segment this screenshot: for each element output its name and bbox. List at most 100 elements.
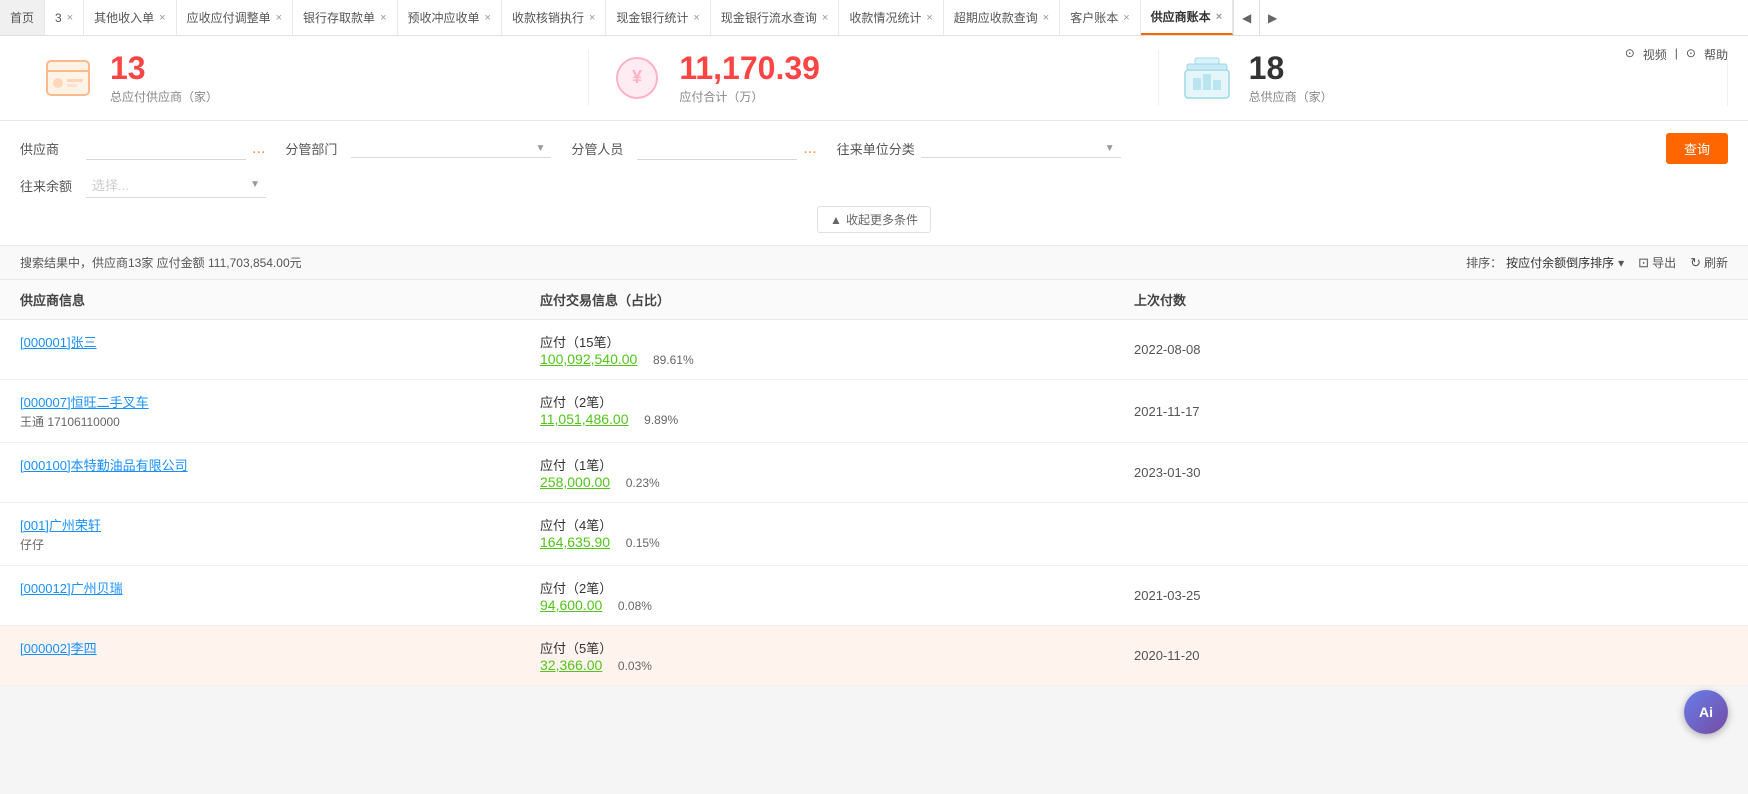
nav-tab-cash-bank-flow-close[interactable]: ×: [822, 12, 828, 24]
payable-suppliers-icon: [40, 50, 96, 106]
nav-tab-customer-close[interactable]: ×: [1123, 12, 1129, 24]
tx-info-6: 应付（5笔） 32,366.00 0.03%: [540, 638, 1134, 673]
supplier-info-3: [000100]本特勤油品有限公司: [20, 455, 540, 490]
table-row[interactable]: [000002]李四 应付（5笔） 32,366.00 0.03% 2020-1…: [0, 626, 1748, 686]
nav-tab-overdue[interactable]: 超期应收款查询 ×: [944, 0, 1060, 35]
nav-tab-supplier-account-close[interactable]: ×: [1216, 11, 1222, 23]
payable-total-label: 应付合计（万）: [679, 88, 820, 105]
ai-button-label: Ai: [1699, 704, 1713, 720]
nav-tab-ap-adjust-close[interactable]: ×: [276, 12, 282, 24]
nav-tab-collect-stat-close[interactable]: ×: [926, 12, 932, 24]
dept-select-arrow: ▼: [535, 143, 545, 154]
nav-arrow-left[interactable]: ◀: [1233, 0, 1259, 35]
sort-label: 排序：: [1466, 254, 1502, 271]
supplier-link-1[interactable]: [000001]张三: [20, 335, 97, 350]
sort-control: 排序： 按应付余额倒序排序 ▾: [1466, 254, 1624, 271]
stat-total-suppliers-content: 18 总供应商（家）: [1249, 52, 1333, 105]
nav-tab-receive-verify[interactable]: 收款核销执行 ×: [502, 0, 606, 35]
nav-tab-prepay-close[interactable]: ×: [485, 12, 491, 24]
nav-tab-prepay[interactable]: 预收冲应收单 ×: [398, 0, 502, 35]
filter-section: 供应商 ... 分管部门 ▼ 分管人员 ... 往来单位分类 ▼: [0, 121, 1748, 246]
supplier-input[interactable]: [86, 138, 246, 160]
dept-select[interactable]: ▼: [351, 140, 551, 158]
filter-balance: 往来余额 选择... ▼: [20, 172, 266, 198]
tx-label-6: 应付（5笔）: [540, 638, 1134, 657]
person-input[interactable]: [637, 138, 797, 160]
supplier-dots-btn[interactable]: ...: [252, 140, 265, 158]
category-label: 往来单位分类: [837, 139, 915, 158]
video-icon: ⊙: [1625, 46, 1635, 63]
collapse-btn[interactable]: ▲ 收起更多条件: [817, 206, 931, 233]
table-row[interactable]: [001]广州荣轩 仔仔 应付（4笔） 164,635.90 0.15%: [0, 503, 1748, 566]
nav-tab-bank-deposit-close[interactable]: ×: [380, 12, 386, 24]
table-row[interactable]: [000100]本特勤油品有限公司 应付（1笔） 258,000.00 0.23…: [0, 443, 1748, 503]
nav-tab-customer[interactable]: 客户账本 ×: [1060, 0, 1140, 35]
nav-tab-home[interactable]: 首页: [0, 0, 45, 35]
tx-info-2: 应付（2笔） 11,051,486.00 9.89%: [540, 392, 1134, 430]
supplier-link-6[interactable]: [000002]李四: [20, 641, 97, 656]
tx-percent-3: 0.23%: [626, 476, 660, 490]
tx-amount-6[interactable]: 32,366.00: [540, 657, 602, 673]
nav-tab-supplier-account[interactable]: 供应商账本 ×: [1141, 0, 1233, 35]
tx-label-3: 应付（1笔）: [540, 455, 1134, 474]
nav-tab-cash-bank-stat[interactable]: 现金银行统计 ×: [606, 0, 710, 35]
last-pay-3: 2023-01-30: [1134, 465, 1728, 480]
category-select[interactable]: ▼: [921, 140, 1121, 158]
supplier-link-4[interactable]: [001]广州荣轩: [20, 518, 101, 533]
col-header-last-pay: 上次付数: [1134, 290, 1728, 309]
tx-amount-1[interactable]: 100,092,540.00: [540, 351, 637, 367]
balance-select-arrow: ▼: [250, 179, 260, 190]
table-row[interactable]: [000001]张三 应付（15笔） 100,092,540.00 89.61%…: [0, 320, 1748, 380]
video-link[interactable]: 视频: [1643, 46, 1667, 63]
supplier-link-3[interactable]: [000100]本特勤油品有限公司: [20, 458, 188, 473]
table-row[interactable]: [000012]广州贝瑞 应付（2笔） 94,600.00 0.08% 2021…: [0, 566, 1748, 626]
collapse-label: 收起更多条件: [846, 211, 918, 228]
total-suppliers-icon: [1179, 50, 1235, 106]
filter-dept: 分管部门 ▼: [285, 139, 551, 158]
tx-amount-4[interactable]: 164,635.90: [540, 534, 610, 550]
nav-tab-cash-bank-flow[interactable]: 现金银行流水查询 ×: [711, 0, 839, 35]
search-button[interactable]: 查询: [1666, 133, 1728, 164]
total-suppliers-number: 18: [1249, 52, 1333, 84]
supplier-info-4: [001]广州荣轩 仔仔: [20, 515, 540, 553]
balance-select[interactable]: 选择... ▼: [86, 172, 266, 198]
sort-value[interactable]: 按应付余额倒序排序: [1506, 254, 1614, 271]
nav-tab-other-income[interactable]: 其他收入单 ×: [84, 0, 176, 35]
total-suppliers-label: 总供应商（家）: [1249, 88, 1333, 105]
nav-tab-other-income-close[interactable]: ×: [159, 12, 165, 24]
table-header-row: 供应商信息 应付交易信息（占比） 上次付数: [0, 280, 1748, 320]
tx-amount-2[interactable]: 11,051,486.00: [540, 411, 629, 427]
supplier-link-2[interactable]: [000007]恒旺二手叉车: [20, 395, 149, 410]
supplier-sub-2: 王通 17106110000: [20, 413, 540, 430]
nav-tab-cash-bank-stat-close[interactable]: ×: [693, 12, 699, 24]
header-actions: ⊙ 视频 | ⊙ 帮助: [1625, 46, 1728, 63]
nav-tab-3[interactable]: 3 ×: [45, 0, 84, 35]
help-link[interactable]: 帮助: [1704, 46, 1728, 63]
balance-select-value: 选择...: [92, 175, 129, 194]
top-navigation: 首页 3 × 其他收入单 × 应收应付调整单 × 银行存取款单 × 预收冲应收单…: [0, 0, 1748, 36]
supplier-label: 供应商: [20, 139, 80, 158]
tx-amount-5[interactable]: 94,600.00: [540, 597, 602, 613]
stats-header: 13 总应付供应商（家） ¥ 11,170.39 应付合计（万）: [0, 36, 1748, 121]
nav-tab-collect-stat[interactable]: 收款情况统计 ×: [839, 0, 943, 35]
nav-tab-3-close[interactable]: ×: [67, 12, 73, 24]
nav-tab-ap-adjust[interactable]: 应收应付调整单 ×: [177, 0, 293, 35]
nav-tab-ap-adjust-label: 应收应付调整单: [187, 9, 271, 26]
tx-amount-3[interactable]: 258,000.00: [540, 474, 610, 490]
svg-text:¥: ¥: [632, 67, 642, 87]
refresh-btn[interactable]: ↻ 刷新: [1690, 254, 1728, 271]
export-btn[interactable]: ⊡ 导出: [1638, 254, 1676, 271]
nav-arrow-right[interactable]: ▶: [1259, 0, 1285, 35]
ai-button[interactable]: Ai: [1684, 690, 1728, 734]
supplier-link-5[interactable]: [000012]广州贝瑞: [20, 581, 123, 596]
table-row[interactable]: [000007]恒旺二手叉车 王通 17106110000 应付（2笔） 11,…: [0, 380, 1748, 443]
nav-tab-bank-deposit[interactable]: 银行存取款单 ×: [293, 0, 397, 35]
results-actions: 排序： 按应付余额倒序排序 ▾ ⊡ 导出 ↻ 刷新: [1466, 254, 1728, 271]
supplier-info-1: [000001]张三: [20, 332, 540, 367]
supplier-info-2: [000007]恒旺二手叉车 王通 17106110000: [20, 392, 540, 430]
tx-percent-2: 9.89%: [644, 413, 678, 427]
tx-label-1: 应付（15笔）: [540, 332, 1134, 351]
person-dots-btn[interactable]: ...: [803, 140, 816, 158]
nav-tab-receive-verify-close[interactable]: ×: [589, 12, 595, 24]
nav-tab-overdue-close[interactable]: ×: [1043, 12, 1049, 24]
